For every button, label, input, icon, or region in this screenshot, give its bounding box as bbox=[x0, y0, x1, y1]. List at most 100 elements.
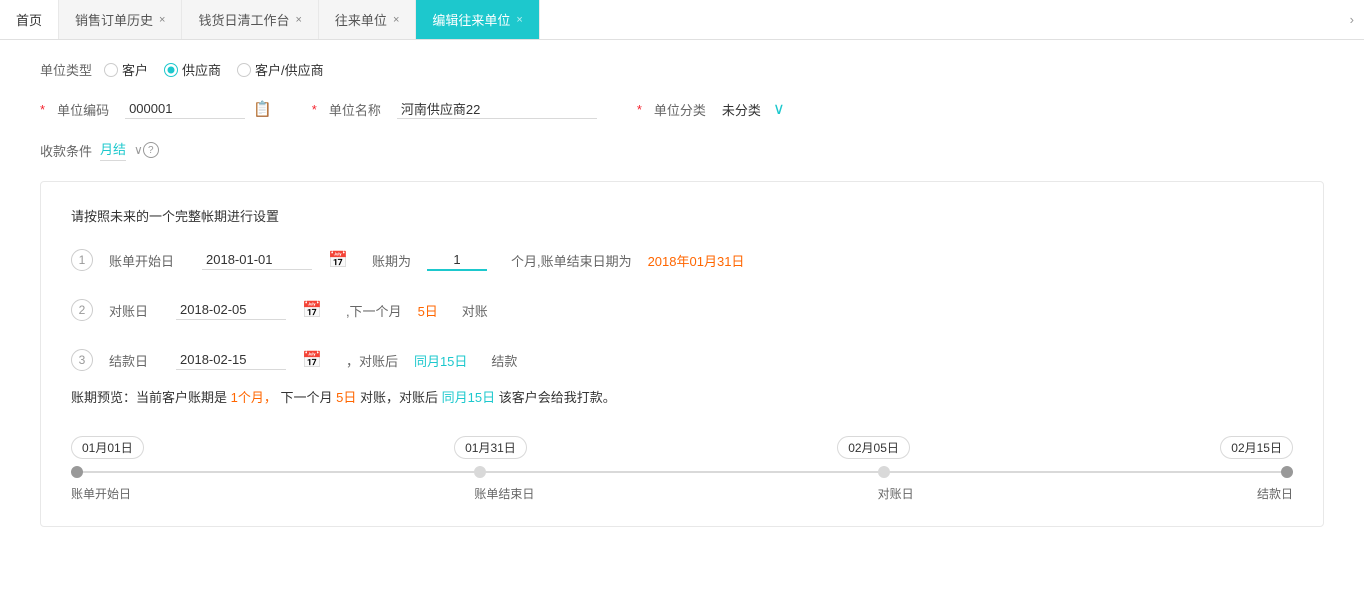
tl-label-2: 对账日 bbox=[878, 485, 914, 502]
tab-sales-history[interactable]: 销售订单历史 × bbox=[59, 0, 182, 39]
preview-text: 账期预览：当前客户账期是 1个月， 下一个月 5日 对账，对账后 同月15日 该… bbox=[71, 387, 1293, 406]
tl-badge-0: 01月01日 bbox=[71, 436, 144, 459]
unit-name-label: 单位名称 bbox=[329, 100, 381, 119]
step-2-desc-prefix: ,下一个月 bbox=[346, 301, 402, 320]
step-2-highlight: 5日 bbox=[418, 301, 438, 320]
tab-cash-work-close[interactable]: × bbox=[295, 14, 301, 26]
unit-category-group: * 单位分类 未分类 ∨ bbox=[637, 99, 785, 119]
step-2-num: 2 bbox=[71, 299, 93, 321]
tab-home-label: 首页 bbox=[16, 10, 42, 29]
tl-badges: 01月01日 01月31日 02月05日 02月15日 bbox=[71, 436, 1293, 459]
tl-dot-3 bbox=[1281, 466, 1293, 478]
radio-customer[interactable]: 客户 bbox=[104, 60, 148, 79]
radio-supplier-label: 供应商 bbox=[182, 60, 221, 79]
unit-code-calendar-icon[interactable]: 📋 bbox=[253, 100, 272, 118]
preview-payment-highlight: 同月15日 bbox=[442, 390, 495, 405]
tab-cash-work-label: 钱货日清工作台 bbox=[198, 10, 289, 29]
tab-sales-history-close[interactable]: × bbox=[159, 14, 165, 26]
tl-badge-1: 01月31日 bbox=[454, 436, 527, 459]
unit-name-group: * 单位名称 bbox=[312, 99, 597, 119]
tab-edit-counterparty-close[interactable]: × bbox=[516, 14, 522, 26]
preview-reconcile-prefix: 下一个月 bbox=[281, 390, 333, 405]
radio-customer-circle bbox=[104, 63, 118, 77]
tab-counterparty-label: 往来单位 bbox=[335, 10, 387, 29]
payment-terms-dropdown-arrow[interactable]: ∨ bbox=[134, 143, 143, 157]
step-2-row: 2 对账日 📅 ,下一个月 5日 对账 bbox=[71, 299, 1293, 321]
unit-type-row: 单位类型 客户 供应商 客户/供应商 bbox=[40, 60, 1324, 79]
tl-badge-3: 02月15日 bbox=[1220, 436, 1293, 459]
radio-customer-label: 客户 bbox=[122, 60, 148, 79]
payment-terms-label: 收款条件 bbox=[40, 141, 92, 160]
radio-supplier[interactable]: 供应商 bbox=[164, 60, 221, 79]
tab-edit-counterparty[interactable]: 编辑往来单位 × bbox=[416, 0, 539, 39]
payment-terms-help-icon[interactable]: ? bbox=[143, 142, 159, 158]
step-1-date-input[interactable] bbox=[202, 250, 312, 270]
unit-type-radio-group: 客户 供应商 客户/供应商 bbox=[104, 60, 324, 79]
step-3-desc-suffix: 结款 bbox=[491, 351, 517, 370]
tab-counterparty-close[interactable]: × bbox=[393, 14, 399, 26]
timeline-wrapper: 01月01日 01月31日 02月05日 02月15日 账单开始日 账单结束日 … bbox=[71, 436, 1293, 502]
step-3-calendar-icon[interactable]: 📅 bbox=[302, 350, 322, 370]
tl-badge-2: 02月05日 bbox=[837, 436, 910, 459]
preview-period: 1个月， bbox=[231, 390, 277, 405]
radio-both-label: 客户/供应商 bbox=[255, 60, 324, 79]
step-3-highlight: 同月15日 bbox=[414, 351, 467, 370]
radio-both-circle bbox=[237, 63, 251, 77]
tab-home[interactable]: 首页 bbox=[0, 0, 59, 39]
unit-category-star: * bbox=[637, 102, 642, 117]
unit-code-group: * 单位编码 📋 bbox=[40, 99, 272, 119]
unit-name-input[interactable] bbox=[397, 99, 597, 119]
card-title: 请按照未来的一个完整帐期进行设置 bbox=[71, 206, 1293, 225]
tab-scroll-arrow[interactable]: › bbox=[1340, 0, 1364, 39]
unit-type-label: 单位类型 bbox=[40, 60, 92, 79]
preview-label: 账期预览：当前客户账期是 bbox=[71, 390, 227, 405]
step-1-calendar-icon[interactable]: 📅 bbox=[328, 250, 348, 270]
preview-reconcile-highlight: 5日 bbox=[336, 390, 356, 405]
tl-dot-2 bbox=[878, 466, 890, 478]
tl-label-1: 账单结束日 bbox=[474, 485, 534, 502]
tab-bar: 首页 销售订单历史 × 钱货日清工作台 × 往来单位 × 编辑往来单位 × › bbox=[0, 0, 1364, 40]
step-1-field-label: 账单开始日 bbox=[109, 251, 174, 270]
radio-both[interactable]: 客户/供应商 bbox=[237, 60, 324, 79]
tl-line-wrap bbox=[71, 465, 1293, 479]
step-3-row: 3 结款日 📅 ，对账后 同月15日 结款 bbox=[71, 349, 1293, 371]
step-2-calendar-icon[interactable]: 📅 bbox=[302, 300, 322, 320]
step-2-field-label: 对账日 bbox=[109, 301, 148, 320]
preview-payment-suffix: 该客户会给我打款。 bbox=[499, 390, 616, 405]
main-content: 单位类型 客户 供应商 客户/供应商 * 单位编码 📋 * 单位名称 bbox=[0, 40, 1364, 608]
tab-sales-history-label: 销售订单历史 bbox=[75, 10, 153, 29]
tl-labels: 账单开始日 账单结束日 对账日 结款日 bbox=[71, 485, 1293, 502]
unit-info-row: * 单位编码 📋 * 单位名称 * 单位分类 未分类 ∨ bbox=[40, 99, 1324, 119]
unit-code-input[interactable] bbox=[125, 99, 245, 119]
tl-dot-1 bbox=[474, 466, 486, 478]
step-1-desc-prefix: 账期为 bbox=[372, 251, 411, 270]
payment-terms-value: 月结 bbox=[100, 139, 126, 161]
step-1-end-date: 2018年01月31日 bbox=[648, 251, 745, 270]
preview-reconcile-suffix: 对账，对账后 bbox=[360, 390, 438, 405]
step-3-date-input[interactable] bbox=[176, 350, 286, 370]
tab-counterparty[interactable]: 往来单位 × bbox=[319, 0, 416, 39]
step-3-desc-prefix: ，对账后 bbox=[346, 351, 398, 370]
step-1-period-unit: 个月,账单结束日期为 bbox=[511, 251, 632, 270]
unit-category-dropdown-arrow[interactable]: ∨ bbox=[773, 99, 785, 119]
radio-supplier-circle bbox=[164, 63, 178, 77]
step-3-num: 3 bbox=[71, 349, 93, 371]
unit-code-label: 单位编码 bbox=[57, 100, 109, 119]
step-3-field-label: 结款日 bbox=[109, 351, 148, 370]
tl-label-0: 账单开始日 bbox=[71, 485, 131, 502]
tl-label-3: 结款日 bbox=[1257, 485, 1293, 502]
payment-terms-dropdown-group: 月结 ∨ bbox=[100, 139, 143, 161]
unit-category-value: 未分类 bbox=[722, 100, 761, 119]
unit-category-label: 单位分类 bbox=[654, 100, 706, 119]
unit-code-star: * bbox=[40, 102, 45, 117]
step-1-num: 1 bbox=[71, 249, 93, 271]
step-1-row: 1 账单开始日 📅 账期为 个月,账单结束日期为 2018年01月31日 bbox=[71, 249, 1293, 271]
unit-name-star: * bbox=[312, 102, 317, 117]
tl-dots bbox=[71, 466, 1293, 478]
step-1-period-input[interactable] bbox=[427, 250, 487, 271]
step-2-desc-suffix: 对账 bbox=[462, 301, 488, 320]
payment-terms-row: 收款条件 月结 ∨ ? bbox=[40, 139, 1324, 161]
step-2-date-input[interactable] bbox=[176, 300, 286, 320]
tab-cash-work[interactable]: 钱货日清工作台 × bbox=[182, 0, 318, 39]
tl-dot-0 bbox=[71, 466, 83, 478]
